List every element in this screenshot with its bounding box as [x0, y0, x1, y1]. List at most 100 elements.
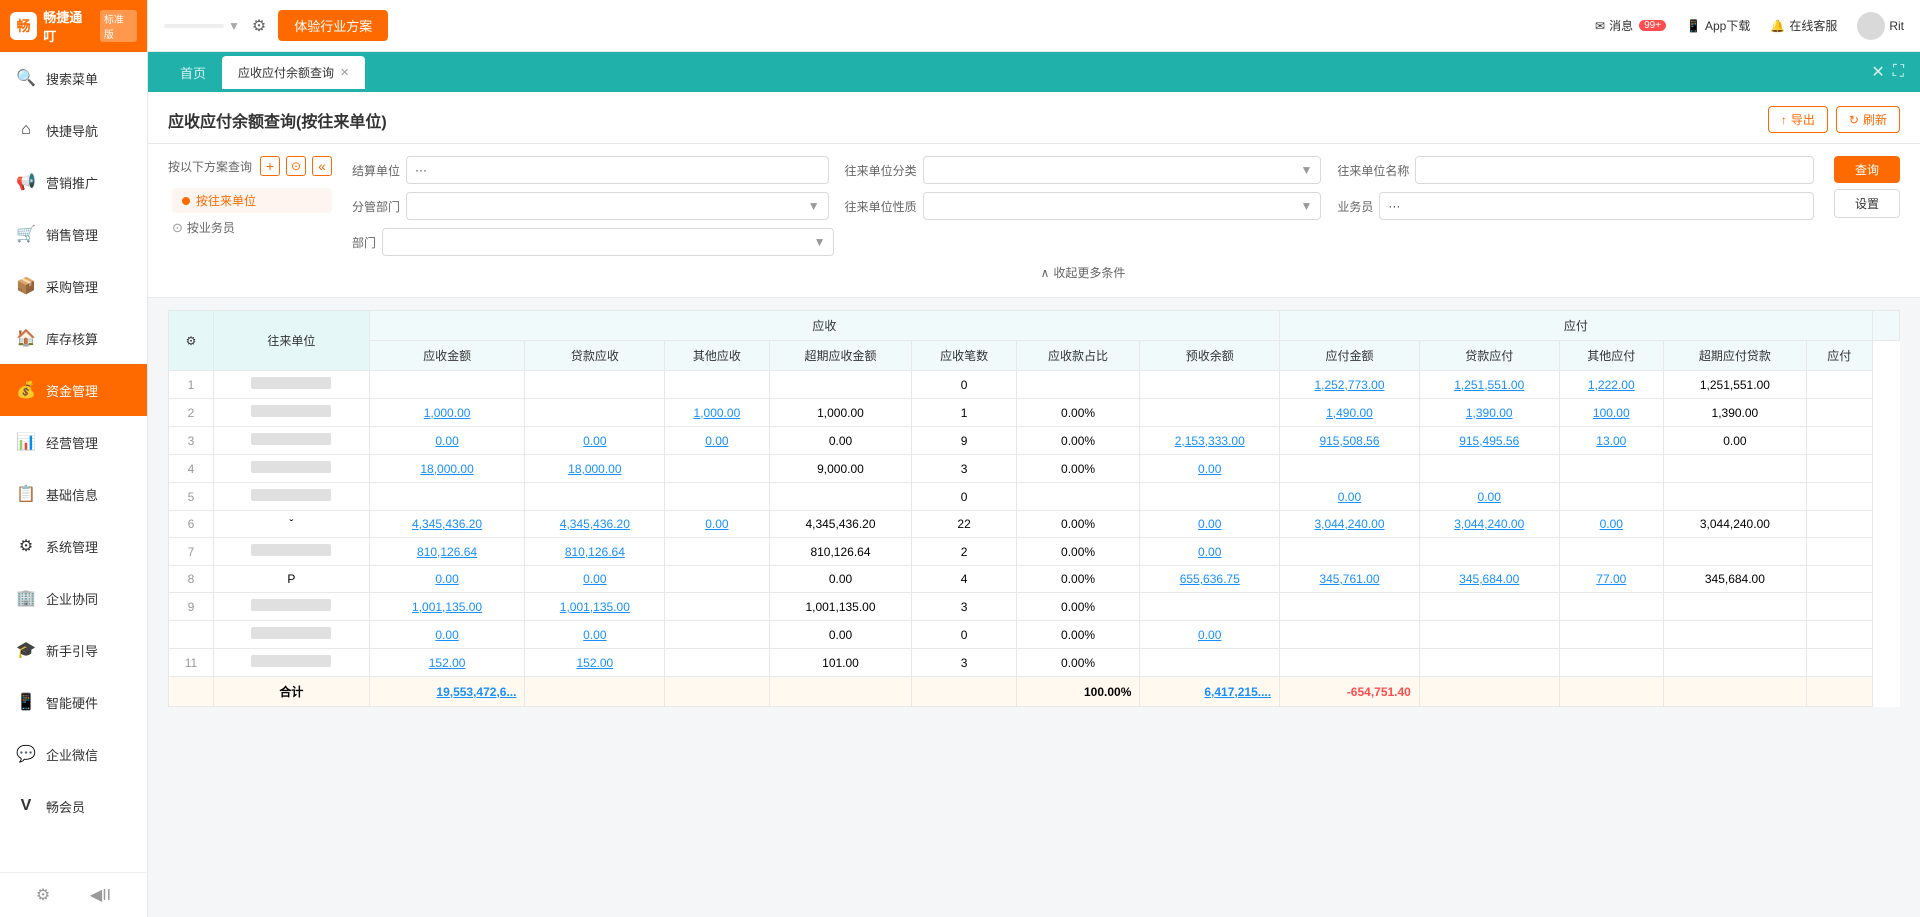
table-cell[interactable] [1140, 371, 1280, 399]
export-button[interactable]: ↑ 导出 [1768, 106, 1828, 133]
sidebar-collapse-icon[interactable]: ◀II [90, 885, 111, 905]
table-cell[interactable] [1559, 593, 1663, 621]
table-cell[interactable] [665, 483, 769, 511]
table-cell[interactable] [1419, 593, 1559, 621]
table-cell[interactable] [1559, 538, 1663, 566]
table-cell[interactable]: 0.00 [665, 427, 769, 455]
table-cell[interactable]: 0.00 [1559, 511, 1663, 538]
tab-close-icon[interactable]: ✕ [340, 66, 349, 79]
table-cell[interactable] [665, 649, 769, 677]
table-cell[interactable]: 0.00 [525, 427, 665, 455]
sidebar-item-purchase[interactable]: 📦 采购管理 [0, 260, 147, 312]
table-cell[interactable]: 915,495.56 [1419, 427, 1559, 455]
sidebar-item-hardware[interactable]: 📱 智能硬件 [0, 676, 147, 728]
footer-ar-prepaid[interactable]: 6,417,215.... [1140, 677, 1280, 707]
table-cell[interactable]: 810,126.64 [525, 538, 665, 566]
filter-settings-btn[interactable]: ⊙ [286, 156, 306, 176]
table-cell[interactable] [665, 538, 769, 566]
filter-input-settlement[interactable]: ··· [406, 156, 829, 184]
table-cell[interactable]: 345,684.00 [1419, 566, 1559, 593]
table-cell[interactable]: 100.00 [1559, 399, 1663, 427]
message-button[interactable]: ✉ 消息 99+ [1595, 17, 1666, 34]
table-cell[interactable] [1280, 538, 1420, 566]
table-cell[interactable]: 655,636.75 [1140, 566, 1280, 593]
table-cell[interactable] [665, 566, 769, 593]
table-cell[interactable] [1140, 483, 1280, 511]
table-cell[interactable] [1419, 621, 1559, 649]
user-avatar-area[interactable]: Rit [1857, 12, 1904, 40]
table-cell[interactable] [1280, 593, 1420, 621]
table-cell[interactable]: 0.00 [369, 566, 525, 593]
online-service-button[interactable]: 🔔 在线客服 [1770, 17, 1837, 34]
table-cell[interactable]: 0.00 [665, 511, 769, 538]
table-cell[interactable] [1140, 593, 1280, 621]
sidebar-item-marketing[interactable]: 📢 营销推广 [0, 156, 147, 208]
table-cell[interactable]: 0.00 [369, 427, 525, 455]
table-cell[interactable] [1559, 621, 1663, 649]
sidebar-item-sales[interactable]: 🛒 销售管理 [0, 208, 147, 260]
table-cell[interactable] [1140, 649, 1280, 677]
sidebar-item-wechat[interactable]: 💬 企业微信 [0, 728, 147, 780]
table-cell[interactable]: 18,000.00 [369, 455, 525, 483]
sidebar-item-operations[interactable]: 📊 经营管理 [0, 416, 147, 468]
table-cell[interactable]: 4,345,436.20 [525, 511, 665, 538]
sidebar-item-inventory[interactable]: 🏠 库存核算 [0, 312, 147, 364]
table-cell[interactable] [665, 371, 769, 399]
filter-input-salesman[interactable]: ··· [1379, 192, 1814, 220]
table-cell[interactable]: 152.00 [525, 649, 665, 677]
table-settings-icon[interactable]: ⚙ [177, 327, 205, 355]
table-cell[interactable]: 0.00 [525, 566, 665, 593]
table-cell[interactable]: 0.00 [1140, 455, 1280, 483]
table-cell[interactable]: 0.00 [369, 621, 525, 649]
table-cell[interactable]: 13.00 [1559, 427, 1663, 455]
table-cell[interactable] [1280, 455, 1420, 483]
table-cell[interactable]: 1,390.00 [1419, 399, 1559, 427]
table-cell[interactable] [525, 399, 665, 427]
table-cell[interactable] [1280, 649, 1420, 677]
sidebar-item-corp[interactable]: 🏢 企业协同 [0, 572, 147, 624]
table-cell[interactable] [1559, 455, 1663, 483]
table-cell[interactable]: 0.00 [525, 621, 665, 649]
query-button[interactable]: 查询 [1834, 156, 1900, 183]
table-cell[interactable]: 1,001,135.00 [525, 593, 665, 621]
tab-home[interactable]: 首页 [164, 55, 222, 90]
table-cell[interactable] [1559, 649, 1663, 677]
tabbar-close-button[interactable]: ✕ [1871, 62, 1884, 82]
table-cell[interactable]: 0.00 [1419, 483, 1559, 511]
filter-collapse-btn[interactable]: « [312, 156, 332, 176]
table-cell[interactable] [369, 371, 525, 399]
filter-input-category[interactable]: ▼ [923, 156, 1322, 184]
table-cell[interactable]: 1,222.00 [1559, 371, 1663, 399]
filter-collapse-more-btn[interactable]: ∧ 收起更多条件 [352, 260, 1814, 285]
table-cell[interactable] [1559, 483, 1663, 511]
table-cell[interactable]: 915,508.56 [1280, 427, 1420, 455]
table-cell[interactable] [665, 621, 769, 649]
app-download-button[interactable]: 📱 App下载 [1686, 17, 1750, 34]
filter-add-btn[interactable]: + [260, 156, 280, 176]
filter-scheme-salesman[interactable]: ⊙ 按业务员 [172, 219, 332, 236]
table-cell[interactable] [665, 455, 769, 483]
table-cell[interactable] [1140, 399, 1280, 427]
table-cell[interactable] [1419, 649, 1559, 677]
table-cell[interactable] [369, 483, 525, 511]
table-cell[interactable] [525, 371, 665, 399]
table-cell[interactable]: 0.00 [1140, 538, 1280, 566]
sidebar-item-guide[interactable]: 🎓 新手引导 [0, 624, 147, 676]
settings-button[interactable]: 设置 [1834, 189, 1900, 218]
sidebar-item-search-menu[interactable]: 🔍 搜索菜单 [0, 52, 147, 104]
sidebar-item-system[interactable]: ⚙ 系统管理 [0, 520, 147, 572]
filter-input-unitname[interactable] [1415, 156, 1814, 184]
table-cell[interactable]: 18,000.00 [525, 455, 665, 483]
topbar-settings-icon[interactable]: ⚙ [252, 16, 266, 36]
table-cell[interactable]: 0.00 [1140, 621, 1280, 649]
refresh-button[interactable]: ↻ 刷新 [1836, 106, 1900, 133]
sidebar-item-finance[interactable]: 💰 资金管理 [0, 364, 147, 416]
filter-scheme-partner[interactable]: 按往来单位 [172, 188, 332, 213]
table-cell[interactable]: 2,153,333.00 [1140, 427, 1280, 455]
table-cell[interactable] [525, 483, 665, 511]
table-cell[interactable]: 3,044,240.00 [1419, 511, 1559, 538]
tabbar-expand-button[interactable]: ⛶ [1893, 63, 1904, 81]
table-cell[interactable]: 0.00 [1140, 511, 1280, 538]
table-cell[interactable] [1419, 538, 1559, 566]
footer-ar-amount[interactable]: 19,553,472,6... [369, 677, 525, 707]
